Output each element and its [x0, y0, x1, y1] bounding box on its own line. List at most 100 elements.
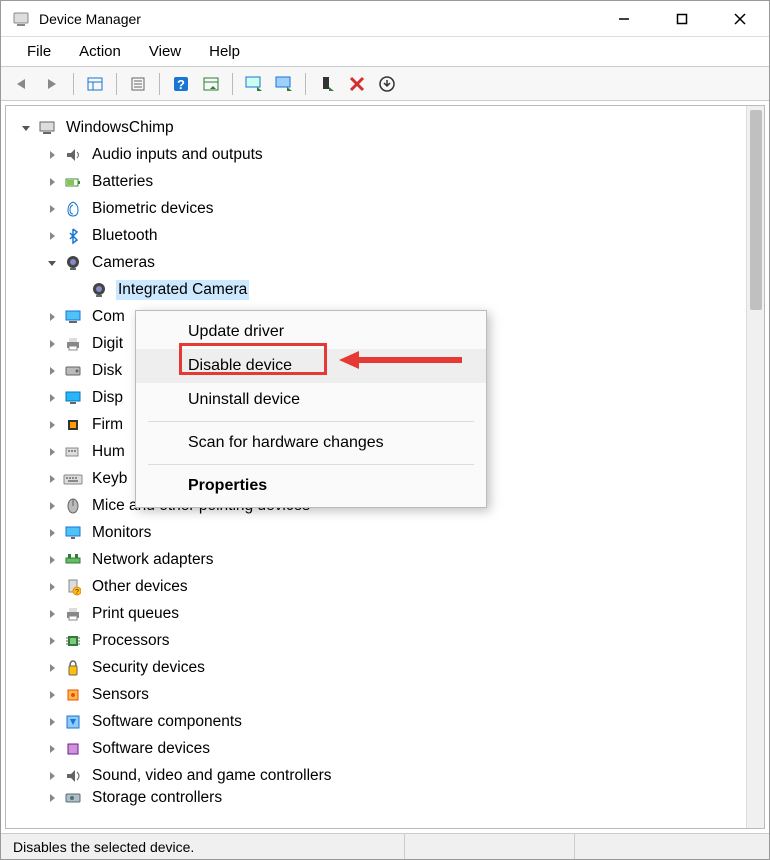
svg-text:?: ?	[177, 77, 185, 92]
chevron-right-icon[interactable]	[44, 336, 60, 352]
detail-view-button[interactable]	[198, 71, 224, 97]
tree-category[interactable]: ? Other devices	[10, 573, 742, 600]
chevron-right-icon[interactable]	[44, 390, 60, 406]
tree-category-label: Software components	[90, 712, 244, 732]
status-cell-3	[575, 834, 769, 859]
chevron-right-icon[interactable]	[44, 660, 60, 676]
chevron-right-icon[interactable]	[44, 579, 60, 595]
menu-action[interactable]: Action	[65, 39, 135, 64]
context-properties[interactable]: Properties	[136, 469, 486, 503]
storage-icon	[62, 789, 84, 807]
chevron-right-icon[interactable]	[44, 552, 60, 568]
tree-category[interactable]: Monitors	[10, 519, 742, 546]
context-scan-hardware[interactable]: Scan for hardware changes	[136, 426, 486, 460]
camera-icon	[62, 253, 84, 273]
chevron-right-icon[interactable]	[44, 471, 60, 487]
chevron-right-icon[interactable]	[44, 768, 60, 784]
chevron-right-icon[interactable]	[44, 714, 60, 730]
tree-category[interactable]: Sensors	[10, 681, 742, 708]
security-icon	[62, 658, 84, 678]
chevron-right-icon[interactable]	[44, 525, 60, 541]
back-button[interactable]	[9, 71, 35, 97]
uninstall-device-button[interactable]	[374, 71, 400, 97]
tree-category-label: Sound, video and game controllers	[90, 766, 334, 786]
tree-category[interactable]: Bluetooth	[10, 222, 742, 249]
chevron-right-icon[interactable]	[44, 147, 60, 163]
context-uninstall-device[interactable]: Uninstall device	[136, 383, 486, 417]
chevron-right-icon[interactable]	[44, 174, 60, 190]
statusbar: Disables the selected device.	[1, 833, 769, 859]
chevron-right-icon[interactable]	[44, 790, 60, 806]
chevron-right-icon[interactable]	[44, 741, 60, 757]
tree-category-label: Batteries	[90, 172, 155, 192]
tree-device[interactable]: Integrated Camera	[10, 276, 742, 303]
tree-category-label: Biometric devices	[90, 199, 215, 219]
update-driver-button[interactable]	[271, 71, 297, 97]
tree-category[interactable]: Audio inputs and outputs	[10, 141, 742, 168]
chevron-right-icon[interactable]	[44, 201, 60, 217]
scroll-thumb[interactable]	[750, 110, 762, 310]
context-separator	[148, 421, 474, 422]
tree-category[interactable]: Software devices	[10, 735, 742, 762]
tree-category[interactable]: Print queues	[10, 600, 742, 627]
computer-icon	[62, 307, 84, 327]
tree-category-label: Com	[90, 307, 127, 327]
chevron-right-icon[interactable]	[44, 228, 60, 244]
tree-category[interactable]: Software components	[10, 708, 742, 735]
minimize-button[interactable]	[595, 1, 653, 37]
menu-file[interactable]: File	[13, 39, 65, 64]
tree-category[interactable]: Security devices	[10, 654, 742, 681]
chevron-right-icon[interactable]	[44, 633, 60, 649]
tree-category[interactable]: Sound, video and game controllers	[10, 762, 742, 789]
tree-category-label: Software devices	[90, 739, 212, 759]
audio-icon	[62, 145, 84, 165]
vertical-scrollbar[interactable]	[746, 106, 764, 828]
tree-category-label: Storage controllers	[90, 789, 224, 807]
context-disable-device[interactable]: Disable device	[136, 349, 486, 383]
chevron-down-icon[interactable]	[18, 120, 34, 136]
context-update-driver[interactable]: Update driver	[136, 315, 486, 349]
chevron-right-icon[interactable]	[44, 498, 60, 514]
tree-category-label: Disp	[90, 388, 125, 408]
enable-device-button[interactable]	[314, 71, 340, 97]
chevron-right-icon[interactable]	[44, 363, 60, 379]
chevron-down-icon[interactable]	[44, 255, 60, 271]
menu-view[interactable]: View	[135, 39, 195, 64]
chevron-right-icon[interactable]	[44, 417, 60, 433]
forward-button[interactable]	[39, 71, 65, 97]
chevron-right-icon[interactable]	[44, 444, 60, 460]
menu-help[interactable]: Help	[195, 39, 254, 64]
tree-category[interactable]: Network adapters	[10, 546, 742, 573]
scan-hardware-button[interactable]	[241, 71, 267, 97]
tree-category[interactable]: Storage controllers	[10, 789, 742, 807]
properties-button[interactable]	[125, 71, 151, 97]
chevron-right-icon[interactable]	[44, 687, 60, 703]
tree-category[interactable]: Cameras	[10, 249, 742, 276]
keyboard-icon	[62, 469, 84, 489]
tree-category-label: Hum	[90, 442, 127, 462]
bluetooth-icon	[62, 226, 84, 246]
close-button[interactable]	[711, 1, 769, 37]
computer-root-icon	[36, 118, 58, 138]
disable-device-button[interactable]	[344, 71, 370, 97]
chevron-right-icon[interactable]	[44, 606, 60, 622]
tree-root[interactable]: WindowsChimp	[10, 114, 742, 141]
context-menu: Update driver Disable device Uninstall d…	[135, 310, 487, 508]
tree-category[interactable]: Batteries	[10, 168, 742, 195]
help-button[interactable]: ?	[168, 71, 194, 97]
hid-icon	[62, 442, 84, 462]
tree-category[interactable]: Processors	[10, 627, 742, 654]
tree-category-label: Processors	[90, 631, 172, 651]
tree-category-label: Disk	[90, 361, 124, 381]
context-separator	[148, 464, 474, 465]
tree-category-label: Network adapters	[90, 550, 215, 570]
chevron-right-icon[interactable]	[44, 309, 60, 325]
menubar: File Action View Help	[1, 37, 769, 67]
tree-category[interactable]: Biometric devices	[10, 195, 742, 222]
tree-device-label: Integrated Camera	[116, 280, 249, 300]
window-title: Device Manager	[39, 11, 595, 27]
processor-icon	[62, 631, 84, 651]
disk-icon	[62, 361, 84, 381]
show-hide-tree-button[interactable]	[82, 71, 108, 97]
maximize-button[interactable]	[653, 1, 711, 37]
